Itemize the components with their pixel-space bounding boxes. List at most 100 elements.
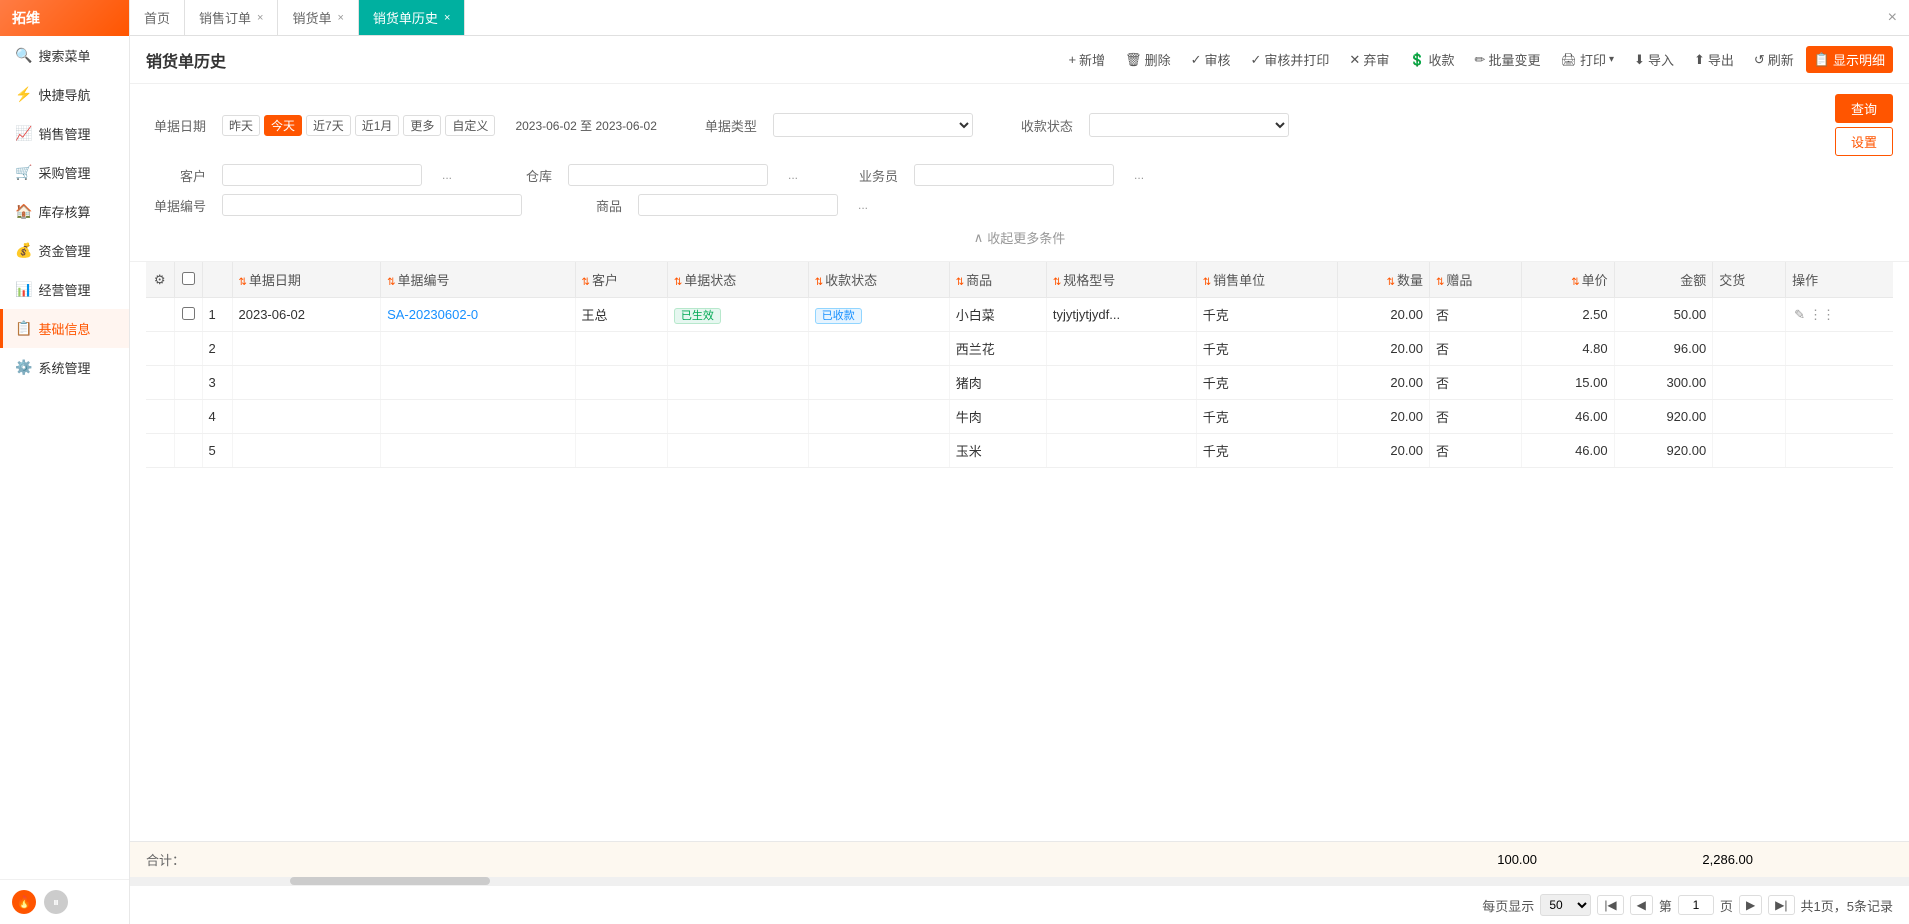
row-amount: 920.00	[1614, 400, 1713, 434]
col-customer[interactable]: ⇅客户	[575, 262, 667, 298]
row-checkbox-input[interactable]	[182, 307, 195, 320]
page-last-button[interactable]: ▶|	[1768, 895, 1794, 915]
row-gift: 否	[1429, 434, 1521, 468]
sidebar-item-sales[interactable]: 📈 销售管理	[0, 114, 129, 153]
page-first-button[interactable]: |◀	[1597, 895, 1623, 915]
col-doc-date[interactable]: ⇅单据日期	[232, 262, 381, 298]
date-btn-1month[interactable]: 近1月	[355, 115, 400, 136]
audit-button[interactable]: ✓ 审核	[1183, 46, 1239, 73]
row-action: ✎ ⋮⋮	[1786, 298, 1893, 332]
tab-sales-history[interactable]: 销货单历史 ×	[359, 0, 465, 35]
warehouse-input[interactable]	[568, 164, 768, 186]
date-btn-yesterday[interactable]: 昨天	[222, 115, 260, 136]
page-next-button[interactable]: ▶	[1739, 895, 1762, 915]
sidebar-item-basic[interactable]: 📋 基础信息	[0, 309, 129, 348]
date-btn-today[interactable]: 今天	[264, 115, 302, 136]
salesman-input[interactable]	[914, 164, 1114, 186]
delete-button[interactable]: 🗑 删除	[1117, 46, 1179, 73]
collapse-bar[interactable]: ∧ 收起更多条件	[146, 224, 1893, 251]
col-price[interactable]: ⇅单价	[1522, 262, 1614, 298]
row-gift: 否	[1429, 298, 1521, 332]
goods-input[interactable]	[638, 194, 838, 216]
col-qty[interactable]: ⇅数量	[1337, 262, 1429, 298]
col-checkbox[interactable]	[174, 262, 202, 298]
scroll-thumb[interactable]	[290, 877, 490, 885]
pay-status-select[interactable]	[1089, 113, 1289, 137]
row-goods: 小白菜	[949, 298, 1046, 332]
col-doc-no[interactable]: ⇅单据编号	[381, 262, 575, 298]
abandon-button[interactable]: ✕ 弃审	[1341, 46, 1397, 73]
customer-input[interactable]	[222, 164, 422, 186]
sidebar-item-finance[interactable]: 💰 资金管理	[0, 231, 129, 270]
sidebar-item-operations[interactable]: 📊 经营管理	[0, 270, 129, 309]
tab-sales-order[interactable]: 销售订单 ×	[185, 0, 278, 35]
row-doc-no[interactable]: SA-20230602-0	[381, 298, 575, 332]
print-button[interactable]: 🖨 打印 ▾	[1552, 46, 1622, 73]
horizontal-scrollbar[interactable]	[130, 877, 1909, 885]
select-all-checkbox[interactable]	[182, 272, 195, 285]
batch-change-button[interactable]: ✏ 批量变更	[1467, 46, 1549, 73]
tab-home[interactable]: 首页	[130, 0, 185, 35]
pause-icon[interactable]: ⏸	[44, 890, 68, 914]
col-goods[interactable]: ⇅商品	[949, 262, 1046, 298]
row-checkbox[interactable]	[174, 366, 202, 400]
refresh-button[interactable]: ↺ 刷新	[1746, 46, 1802, 73]
row-no: 1	[202, 298, 232, 332]
batch-change-icon: ✏	[1475, 52, 1486, 68]
collect-button[interactable]: 💲 收款	[1401, 46, 1462, 73]
tab-sales-goods[interactable]: 销货单 ×	[278, 0, 358, 35]
set-button[interactable]: 设置	[1835, 127, 1893, 156]
sidebar-logo: 拓维	[0, 0, 129, 36]
row-doc-date: 2023-06-02	[232, 298, 381, 332]
sidebar-item-system[interactable]: ⚙️ 系统管理	[0, 348, 129, 387]
data-table: ⚙ ⇅单据日期 ⇅单据编号 ⇅客户 ⇅单据状态 ⇅收款状态 ⇅商品 ⇅规格型号 …	[146, 262, 1893, 468]
row-pay-status	[808, 434, 949, 468]
col-gift[interactable]: ⇅赠品	[1429, 262, 1521, 298]
table-row: 1 2023-06-02 SA-20230602-0 王总 已生效 已收款 小白…	[146, 298, 1893, 332]
per-page-select[interactable]: 50 100	[1540, 894, 1591, 916]
page-number-input[interactable]	[1678, 895, 1714, 915]
row-gift: 否	[1429, 366, 1521, 400]
customer-ellipsis[interactable]: ...	[442, 168, 452, 182]
sidebar-item-purchase[interactable]: 🛒 采购管理	[0, 153, 129, 192]
pay-status-label: 收款状态	[1013, 116, 1073, 135]
more-action[interactable]: ⋮⋮	[1809, 307, 1835, 322]
audit-print-button[interactable]: ✓ 审核并打印	[1243, 46, 1338, 73]
page-prev-button[interactable]: ◀	[1630, 895, 1653, 915]
tab-close-sales-history[interactable]: ×	[444, 12, 450, 24]
warehouse-ellipsis[interactable]: ...	[788, 168, 798, 182]
col-doc-status[interactable]: ⇅单据状态	[667, 262, 808, 298]
col-gear[interactable]: ⚙	[146, 262, 174, 298]
doc-no-input[interactable]	[222, 194, 522, 216]
doc-no-link[interactable]: SA-20230602-0	[387, 307, 478, 322]
tab-close-sales-goods[interactable]: ×	[337, 12, 343, 24]
row-checkbox[interactable]	[174, 332, 202, 366]
row-checkbox[interactable]	[174, 434, 202, 468]
col-unit[interactable]: ⇅销售单位	[1196, 262, 1337, 298]
edit-action[interactable]: ✎	[1794, 307, 1805, 322]
add-button[interactable]: + 新增	[1060, 46, 1113, 73]
show-detail-button[interactable]: 📋 显示明细	[1806, 46, 1893, 73]
row-qty: 20.00	[1337, 332, 1429, 366]
doc-type-select[interactable]	[773, 113, 973, 137]
fire-icon[interactable]: 🔥	[12, 890, 36, 914]
row-checkbox[interactable]	[174, 298, 202, 332]
export-button[interactable]: ⬆ 导出	[1686, 46, 1742, 73]
salesman-ellipsis[interactable]: ...	[1134, 168, 1144, 182]
total-qty: 100.00	[1433, 852, 1553, 867]
date-btn-7days[interactable]: 近7天	[306, 115, 351, 136]
sidebar-item-shortcut[interactable]: ⚡ 快捷导航	[0, 75, 129, 114]
tab-close-all[interactable]: ×	[1876, 9, 1909, 27]
date-btn-more[interactable]: 更多	[403, 115, 441, 136]
date-btn-custom[interactable]: 自定义	[445, 115, 495, 136]
goods-ellipsis[interactable]: ...	[858, 198, 868, 212]
import-button[interactable]: ⬇ 导入	[1626, 46, 1682, 73]
sidebar-item-inventory[interactable]: 🏠 库存核算	[0, 192, 129, 231]
query-button[interactable]: 查询	[1835, 94, 1893, 123]
tab-close-sales-order[interactable]: ×	[257, 12, 263, 24]
col-spec[interactable]: ⇅规格型号	[1046, 262, 1196, 298]
row-doc-date	[232, 434, 381, 468]
col-pay-status[interactable]: ⇅收款状态	[808, 262, 949, 298]
row-checkbox[interactable]	[174, 400, 202, 434]
sidebar-item-search[interactable]: 🔍 搜索菜单	[0, 36, 129, 75]
